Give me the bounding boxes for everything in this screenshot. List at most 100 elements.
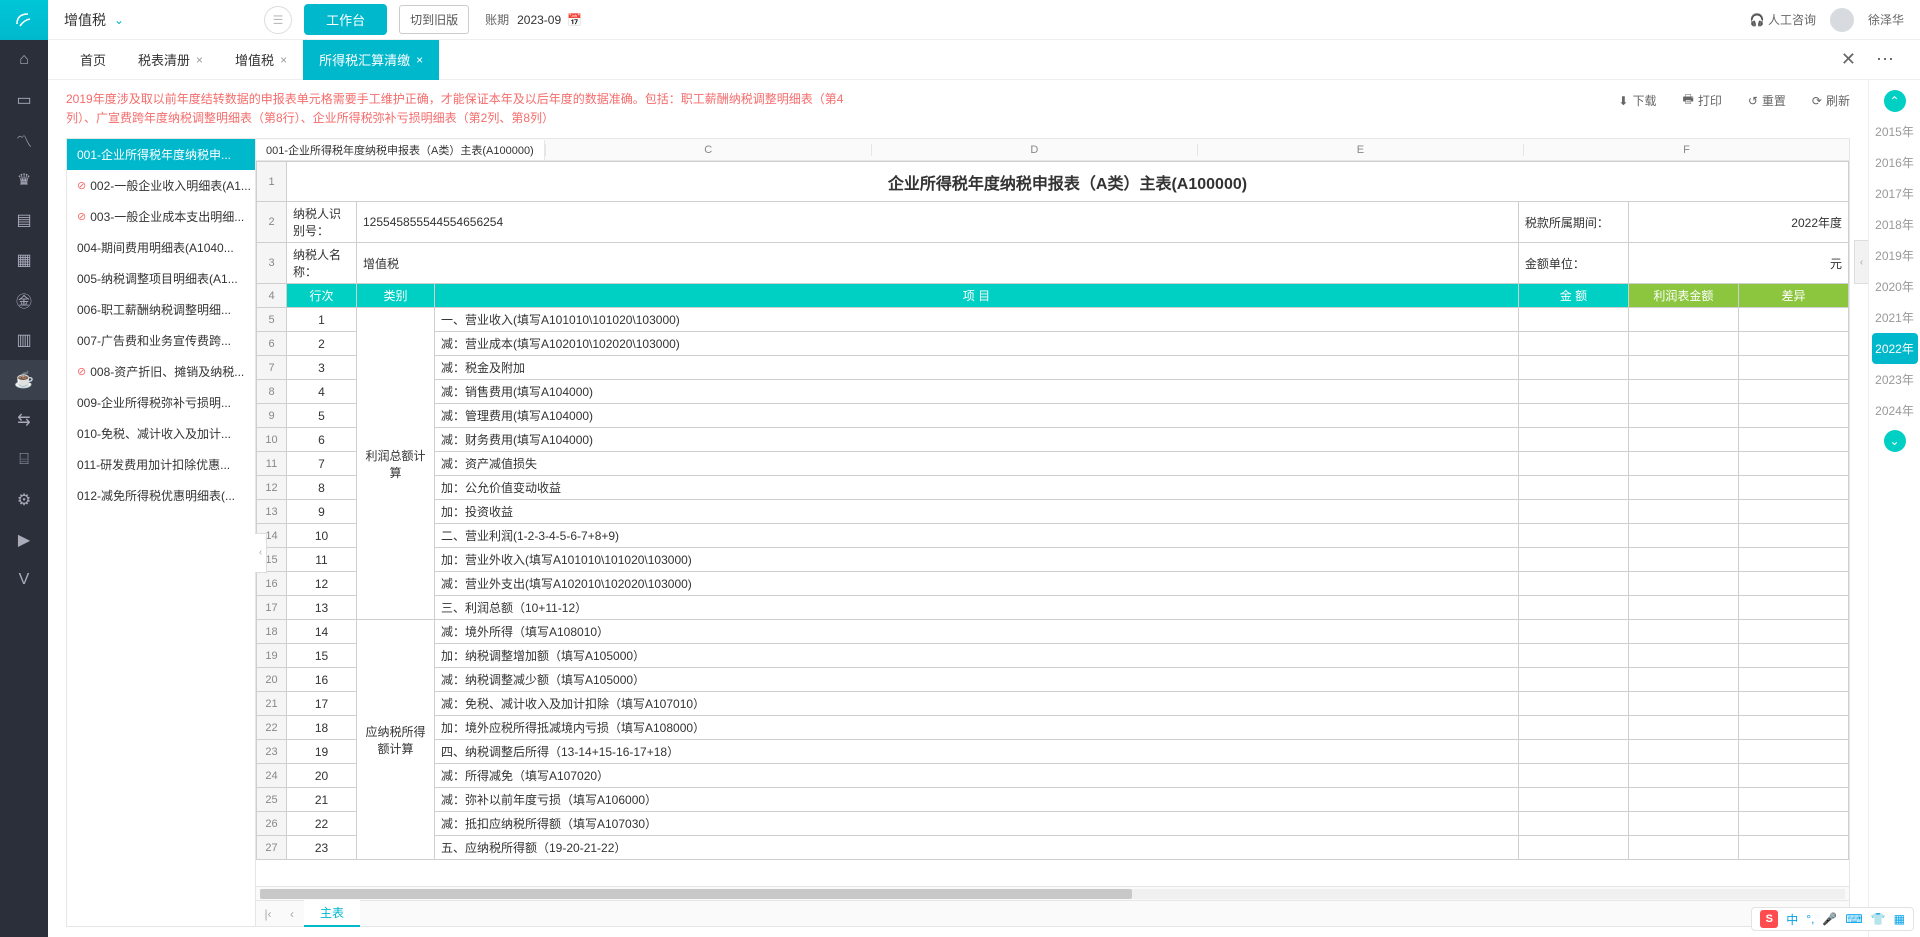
diff-cell[interactable] xyxy=(1738,812,1848,836)
amount-cell[interactable] xyxy=(1518,764,1628,788)
year-2019年[interactable]: 2019年 xyxy=(1872,240,1918,271)
diff-cell[interactable] xyxy=(1738,572,1848,596)
profit-cell[interactable] xyxy=(1628,548,1738,572)
amount-cell[interactable] xyxy=(1518,380,1628,404)
reset-button[interactable]: ↺ 重置 xyxy=(1748,90,1786,111)
amount-cell[interactable] xyxy=(1518,716,1628,740)
nav-chart-icon[interactable]: 〽 xyxy=(0,120,48,160)
year-2023年[interactable]: 2023年 xyxy=(1872,364,1918,395)
workspace-button[interactable]: 工作台 xyxy=(304,4,387,35)
user-name[interactable]: 徐泽华 xyxy=(1868,11,1904,28)
nav-settings-icon[interactable]: ⚙ xyxy=(0,480,48,520)
diff-cell[interactable] xyxy=(1738,764,1848,788)
help-circle-button[interactable]: ☰ xyxy=(264,6,292,34)
tree-item[interactable]: 006-职工薪酬纳税调整明细... xyxy=(67,294,255,325)
year-2024年[interactable]: 2024年 xyxy=(1872,395,1918,426)
profit-cell[interactable] xyxy=(1628,764,1738,788)
amount-cell[interactable] xyxy=(1518,356,1628,380)
ime-skin-icon[interactable]: 👕 xyxy=(1871,912,1886,926)
sheet-tab-main[interactable]: 主表 xyxy=(304,900,360,927)
profit-cell[interactable] xyxy=(1628,404,1738,428)
diff-cell[interactable] xyxy=(1738,836,1848,860)
profit-cell[interactable] xyxy=(1628,620,1738,644)
profit-cell[interactable] xyxy=(1628,596,1738,620)
amount-cell[interactable] xyxy=(1518,620,1628,644)
profit-cell[interactable] xyxy=(1628,716,1738,740)
profit-cell[interactable] xyxy=(1628,356,1738,380)
ime-punct-icon[interactable]: °, xyxy=(1806,912,1814,926)
tree-item[interactable]: 004-期间费用明细表(A1040... xyxy=(67,232,255,263)
year-2021年[interactable]: 2021年 xyxy=(1872,302,1918,333)
diff-cell[interactable] xyxy=(1738,356,1848,380)
diff-cell[interactable] xyxy=(1738,716,1848,740)
profit-cell[interactable] xyxy=(1628,692,1738,716)
amount-cell[interactable] xyxy=(1518,812,1628,836)
nav-form-icon[interactable]: ▦ xyxy=(0,240,48,280)
tree-collapse-handle[interactable]: ‹ xyxy=(255,533,267,573)
nav-doc-icon[interactable]: ▭ xyxy=(0,80,48,120)
rail-top-icon[interactable]: ⌃ xyxy=(1884,90,1906,112)
print-button[interactable]: 🖶 打印 xyxy=(1683,90,1722,111)
profit-cell[interactable] xyxy=(1628,428,1738,452)
year-2022年[interactable]: 2022年 xyxy=(1872,333,1918,364)
tree-item[interactable]: ⊘008-资产折旧、摊销及纳税... xyxy=(67,356,255,387)
tree-item[interactable]: 010-免税、减计收入及加计... xyxy=(67,418,255,449)
tree-item[interactable]: 011-研发费用加计扣除优惠... xyxy=(67,449,255,480)
sheet-nav-first[interactable]: |‹ xyxy=(256,907,280,921)
amount-cell[interactable] xyxy=(1518,428,1628,452)
amount-cell[interactable] xyxy=(1518,668,1628,692)
tree-item[interactable]: 001-企业所得税年度纳税申... xyxy=(67,139,255,170)
amount-cell[interactable] xyxy=(1518,740,1628,764)
calendar-icon[interactable]: 📅 xyxy=(567,13,582,27)
profit-cell[interactable] xyxy=(1628,380,1738,404)
profit-cell[interactable] xyxy=(1628,332,1738,356)
switch-old-button[interactable]: 切到旧版 xyxy=(399,5,469,34)
nav-clip-icon[interactable]: ▤ xyxy=(0,200,48,240)
amount-cell[interactable] xyxy=(1518,548,1628,572)
ime-keyboard-icon[interactable]: ⌨ xyxy=(1845,912,1862,926)
profit-cell[interactable] xyxy=(1628,308,1738,332)
nav-video-icon[interactable]: ▶ xyxy=(0,520,48,560)
sheet-nav-prev[interactable]: ‹ xyxy=(280,907,304,921)
download-button[interactable]: ⬇ 下载 xyxy=(1618,90,1656,111)
tab-税表清册[interactable]: 税表清册× xyxy=(122,40,219,80)
amount-cell[interactable] xyxy=(1518,836,1628,860)
diff-cell[interactable] xyxy=(1738,692,1848,716)
profit-cell[interactable] xyxy=(1628,836,1738,860)
org-selector[interactable]: 增值税 ⌄ xyxy=(64,10,124,30)
amount-cell[interactable] xyxy=(1518,524,1628,548)
h-scrollbar[interactable] xyxy=(256,886,1849,900)
amount-cell[interactable] xyxy=(1518,500,1628,524)
amount-cell[interactable] xyxy=(1518,572,1628,596)
profit-cell[interactable] xyxy=(1628,668,1738,692)
profit-cell[interactable] xyxy=(1628,452,1738,476)
tree-item[interactable]: 007-广告费和业务宣传费跨... xyxy=(67,325,255,356)
amount-cell[interactable] xyxy=(1518,404,1628,428)
close-icon[interactable]: × xyxy=(196,53,203,67)
period-value[interactable]: 2023-09 xyxy=(517,13,561,27)
nav-tax-icon[interactable]: ☕ xyxy=(0,360,48,400)
tree-item[interactable]: 009-企业所得税弥补亏损明... xyxy=(67,387,255,418)
year-2018年[interactable]: 2018年 xyxy=(1872,209,1918,240)
diff-cell[interactable] xyxy=(1738,380,1848,404)
consult-link[interactable]: 🎧 人工咨询 xyxy=(1750,11,1816,28)
profit-cell[interactable] xyxy=(1628,644,1738,668)
amount-cell[interactable] xyxy=(1518,788,1628,812)
diff-cell[interactable] xyxy=(1738,740,1848,764)
diff-cell[interactable] xyxy=(1738,404,1848,428)
close-icon[interactable]: × xyxy=(416,53,423,67)
diff-cell[interactable] xyxy=(1738,596,1848,620)
ime-bar[interactable]: S 中 °, 🎤 ⌨ 👕 ▦ xyxy=(1751,907,1914,931)
diff-cell[interactable] xyxy=(1738,788,1848,812)
amount-cell[interactable] xyxy=(1518,596,1628,620)
amount-cell[interactable] xyxy=(1518,476,1628,500)
diff-cell[interactable] xyxy=(1738,476,1848,500)
profit-cell[interactable] xyxy=(1628,500,1738,524)
year-2015年[interactable]: 2015年 xyxy=(1872,116,1918,147)
nav-bag-icon[interactable]: ♛ xyxy=(0,160,48,200)
ime-lang[interactable]: 中 xyxy=(1786,911,1798,928)
diff-cell[interactable] xyxy=(1738,524,1848,548)
tree-item[interactable]: ⊘003-一般企业成本支出明细... xyxy=(67,201,255,232)
right-panel-expand[interactable]: ‹ xyxy=(1854,240,1868,284)
profit-cell[interactable] xyxy=(1628,812,1738,836)
